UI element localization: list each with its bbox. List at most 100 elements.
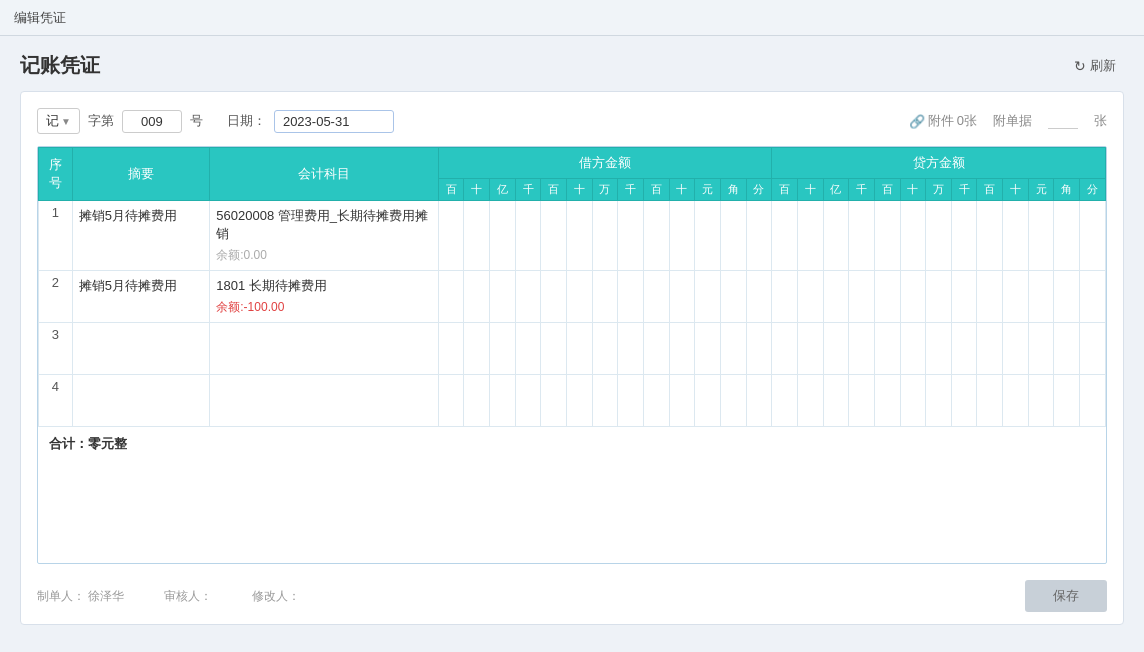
credit-cell[interactable]	[900, 323, 926, 375]
credit-cell[interactable]	[926, 375, 952, 427]
debit-cell[interactable]	[746, 323, 772, 375]
credit-cell[interactable]	[951, 271, 977, 323]
row-summary[interactable]: 摊销5月待摊费用	[72, 201, 210, 271]
credit-cell[interactable]	[772, 271, 798, 323]
credit-cell[interactable]	[874, 375, 900, 427]
credit-cell[interactable]	[772, 375, 798, 427]
credit-cell[interactable]	[977, 323, 1003, 375]
debit-cell[interactable]	[695, 271, 721, 323]
debit-cell[interactable]	[618, 271, 644, 323]
debit-cell[interactable]	[490, 201, 516, 271]
credit-cell[interactable]	[849, 271, 875, 323]
credit-cell[interactable]	[772, 323, 798, 375]
debit-cell[interactable]	[720, 323, 746, 375]
debit-cell[interactable]	[643, 375, 669, 427]
debit-cell[interactable]	[566, 323, 592, 375]
date-input[interactable]	[274, 110, 394, 133]
credit-cell[interactable]	[951, 201, 977, 271]
save-button[interactable]: 保存	[1025, 580, 1107, 612]
credit-cell[interactable]	[874, 271, 900, 323]
row-account[interactable]	[210, 375, 438, 427]
credit-cell[interactable]	[823, 323, 849, 375]
debit-cell[interactable]	[464, 271, 490, 323]
debit-cell[interactable]	[438, 375, 464, 427]
debit-cell[interactable]	[541, 271, 567, 323]
credit-cell[interactable]	[1028, 201, 1054, 271]
credit-cell[interactable]	[823, 201, 849, 271]
row-summary[interactable]: 摊销5月待摊费用	[72, 271, 210, 323]
credit-cell[interactable]	[926, 271, 952, 323]
debit-cell[interactable]	[669, 201, 695, 271]
debit-cell[interactable]	[541, 375, 567, 427]
row-account[interactable]: 56020008 管理费用_长期待摊费用摊销余额:0.00	[210, 201, 438, 271]
debit-cell[interactable]	[618, 375, 644, 427]
credit-cell[interactable]	[1054, 375, 1080, 427]
debit-cell[interactable]	[618, 201, 644, 271]
credit-cell[interactable]	[797, 271, 823, 323]
debit-cell[interactable]	[592, 271, 618, 323]
credit-cell[interactable]	[797, 323, 823, 375]
debit-cell[interactable]	[490, 375, 516, 427]
credit-cell[interactable]	[900, 201, 926, 271]
credit-cell[interactable]	[926, 323, 952, 375]
debit-cell[interactable]	[541, 323, 567, 375]
debit-cell[interactable]	[464, 201, 490, 271]
credit-cell[interactable]	[849, 201, 875, 271]
debit-cell[interactable]	[490, 323, 516, 375]
credit-cell[interactable]	[823, 271, 849, 323]
debit-cell[interactable]	[592, 375, 618, 427]
credit-cell[interactable]	[823, 375, 849, 427]
debit-cell[interactable]	[746, 201, 772, 271]
debit-cell[interactable]	[746, 271, 772, 323]
debit-cell[interactable]	[643, 271, 669, 323]
debit-cell[interactable]	[566, 375, 592, 427]
credit-cell[interactable]	[1080, 201, 1106, 271]
credit-cell[interactable]	[1028, 271, 1054, 323]
debit-cell[interactable]	[695, 201, 721, 271]
debit-cell[interactable]	[695, 375, 721, 427]
debit-cell[interactable]	[669, 323, 695, 375]
debit-cell[interactable]	[618, 323, 644, 375]
credit-cell[interactable]	[1080, 375, 1106, 427]
refresh-button[interactable]: ↻ 刷新	[1066, 53, 1124, 79]
zhang-input[interactable]	[1048, 113, 1078, 129]
debit-cell[interactable]	[669, 271, 695, 323]
debit-cell[interactable]	[438, 323, 464, 375]
credit-cell[interactable]	[977, 201, 1003, 271]
debit-cell[interactable]	[490, 271, 516, 323]
debit-cell[interactable]	[515, 375, 541, 427]
credit-cell[interactable]	[977, 375, 1003, 427]
debit-cell[interactable]	[592, 201, 618, 271]
credit-cell[interactable]	[1003, 201, 1029, 271]
credit-cell[interactable]	[951, 323, 977, 375]
credit-cell[interactable]	[900, 271, 926, 323]
credit-cell[interactable]	[1054, 323, 1080, 375]
credit-cell[interactable]	[772, 201, 798, 271]
credit-cell[interactable]	[849, 375, 875, 427]
debit-cell[interactable]	[720, 271, 746, 323]
debit-cell[interactable]	[438, 201, 464, 271]
debit-cell[interactable]	[464, 375, 490, 427]
credit-cell[interactable]	[849, 323, 875, 375]
debit-cell[interactable]	[695, 323, 721, 375]
debit-cell[interactable]	[566, 271, 592, 323]
row-summary[interactable]	[72, 375, 210, 427]
row-summary[interactable]	[72, 323, 210, 375]
credit-cell[interactable]	[951, 375, 977, 427]
credit-cell[interactable]	[1003, 323, 1029, 375]
credit-cell[interactable]	[874, 201, 900, 271]
row-account[interactable]	[210, 323, 438, 375]
debit-cell[interactable]	[464, 323, 490, 375]
debit-cell[interactable]	[566, 201, 592, 271]
attach-list-label[interactable]: 附单据	[993, 112, 1032, 130]
credit-cell[interactable]	[1003, 375, 1029, 427]
debit-cell[interactable]	[643, 201, 669, 271]
credit-cell[interactable]	[926, 201, 952, 271]
attach-link[interactable]: 🔗 附件 0张	[909, 112, 977, 130]
credit-cell[interactable]	[900, 375, 926, 427]
credit-cell[interactable]	[874, 323, 900, 375]
credit-cell[interactable]	[1054, 271, 1080, 323]
debit-cell[interactable]	[515, 271, 541, 323]
credit-cell[interactable]	[1003, 271, 1029, 323]
credit-cell[interactable]	[977, 271, 1003, 323]
